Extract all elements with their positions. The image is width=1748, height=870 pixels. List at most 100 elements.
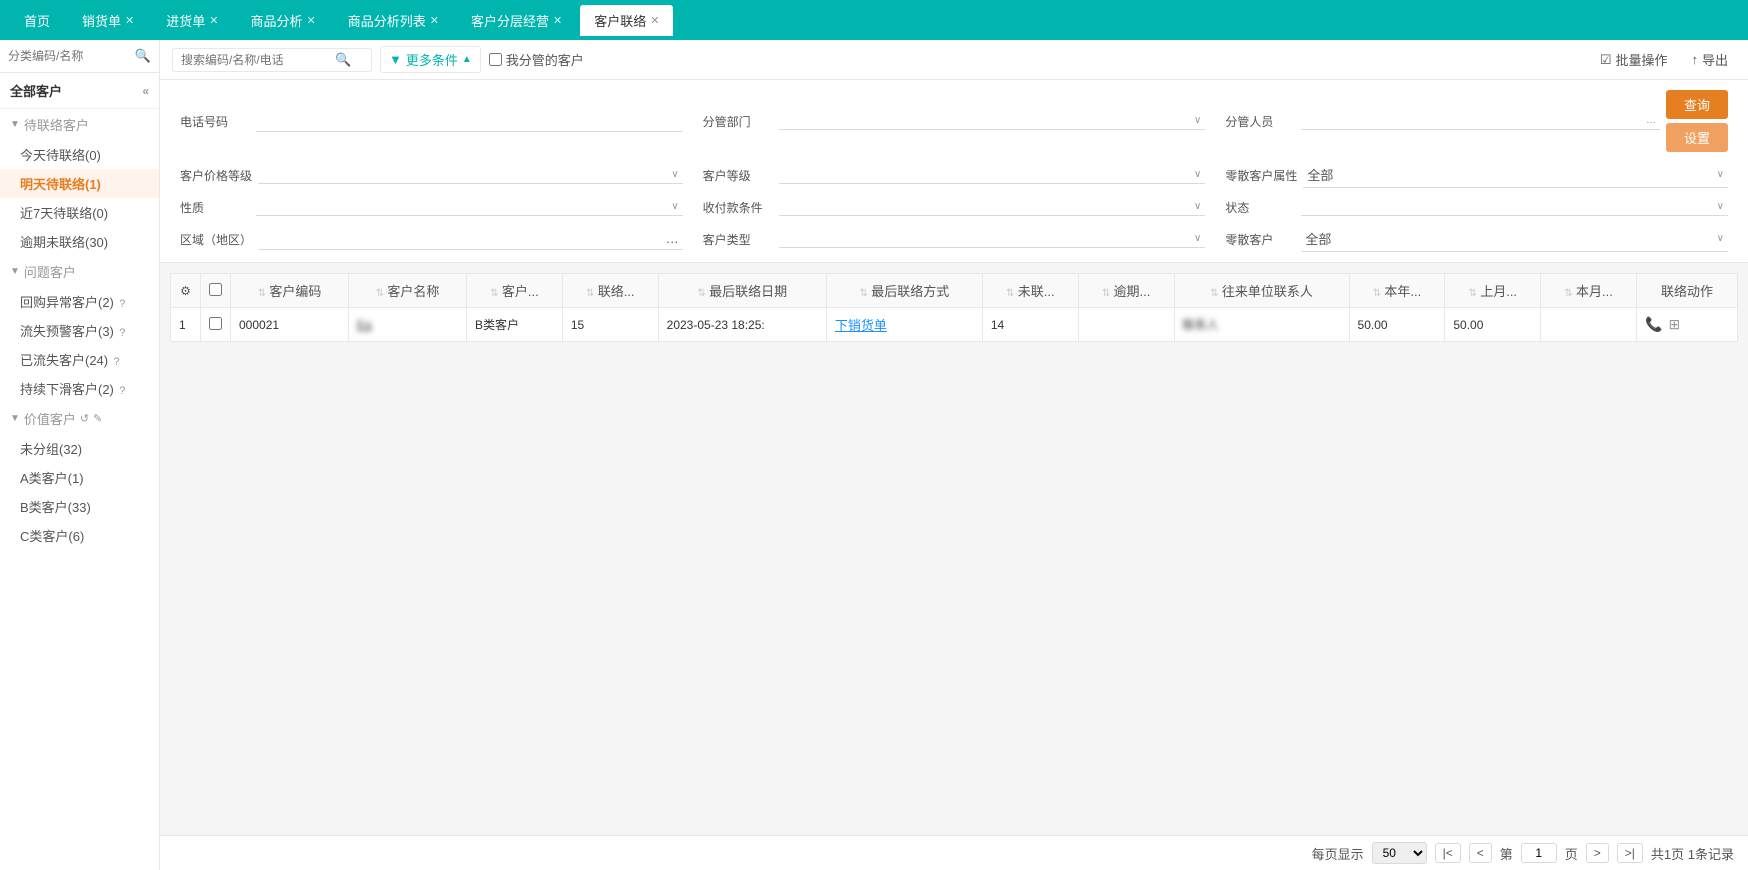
sort-icon[interactable]: ⇅ bbox=[490, 288, 498, 299]
nav-analysis[interactable]: 商品分析 ✕ bbox=[236, 5, 329, 36]
my-customers-checkbox-label[interactable]: 我分管的客户 bbox=[489, 50, 584, 69]
nav-analysis-list[interactable]: 商品分析列表 ✕ bbox=[334, 5, 453, 36]
dept-select[interactable]: ∨ bbox=[779, 112, 1206, 130]
sidebar-item-today[interactable]: 今天待联络(0) bbox=[0, 140, 159, 169]
table-footer: 每页显示 50 100 200 |< < 第 页 > >| 共1页 1条记录 bbox=[160, 835, 1748, 870]
nav-home[interactable]: 首页 bbox=[10, 5, 64, 36]
customer-level-select[interactable]: ∨ bbox=[779, 166, 1206, 184]
search-icon[interactable]: 🔍 bbox=[135, 48, 151, 64]
chevron-down-icon: ∨ bbox=[671, 201, 678, 212]
retail-attr-select[interactable]: 全部 ∨ bbox=[1303, 162, 1728, 188]
check-icon: ☑ bbox=[1600, 52, 1612, 68]
search-wrap: 🔍 bbox=[172, 48, 372, 72]
export-btn[interactable]: ↑ 导出 bbox=[1683, 47, 1736, 72]
row-checkbox[interactable] bbox=[209, 317, 222, 330]
sidebar-item-overdue[interactable]: 逾期未联络(30) bbox=[0, 227, 159, 256]
td-type: B类客户 bbox=[467, 308, 563, 342]
qr-action-icon[interactable]: ⊞ bbox=[1668, 316, 1680, 333]
th-settings[interactable]: ⚙ bbox=[171, 274, 201, 308]
sidebar-item-ungroup[interactable]: 未分组(32) bbox=[0, 434, 159, 463]
close-icon[interactable]: ✕ bbox=[125, 14, 134, 27]
filter-price-level: 客户价格等级 ∨ bbox=[180, 162, 683, 188]
customer-type-select[interactable]: ∨ bbox=[779, 230, 1206, 248]
close-icon[interactable]: ✕ bbox=[209, 14, 218, 27]
edit-icon[interactable]: ✎ bbox=[93, 412, 102, 425]
td-contact-count: 15 bbox=[562, 308, 658, 342]
batch-ops-btn[interactable]: ☑ 批量操作 bbox=[1592, 47, 1676, 72]
search-input[interactable] bbox=[181, 53, 331, 67]
sort-icon[interactable]: ⇅ bbox=[258, 288, 266, 299]
td-last-method[interactable]: 下销货单 bbox=[826, 308, 982, 342]
first-page-btn[interactable]: |< bbox=[1435, 843, 1461, 863]
status-select[interactable]: ∨ bbox=[1301, 198, 1728, 216]
close-icon[interactable]: ✕ bbox=[430, 14, 439, 27]
nav-customer-contact[interactable]: 客户联络 ✕ bbox=[580, 5, 673, 36]
sort-icon[interactable]: ⇅ bbox=[1564, 288, 1572, 299]
sort-icon[interactable]: ⇅ bbox=[586, 288, 594, 299]
close-icon[interactable]: ✕ bbox=[307, 14, 316, 27]
sort-icon[interactable]: ⇅ bbox=[1006, 288, 1014, 299]
retail-customer-select[interactable]: 全部 ∨ bbox=[1301, 226, 1728, 252]
nav-customer-tier[interactable]: 客户分层经营 ✕ bbox=[457, 5, 576, 36]
value-section: 价值客户 ↺ ✎ bbox=[0, 403, 159, 434]
payment-select[interactable]: ∨ bbox=[779, 198, 1206, 216]
sidebar-item-lost[interactable]: 已流失客户(24) ? bbox=[0, 345, 159, 374]
sort-icon[interactable]: ⇅ bbox=[1468, 288, 1476, 299]
collapse-icon[interactable]: « bbox=[142, 84, 149, 98]
td-name[interactable]: Ea bbox=[349, 308, 467, 342]
my-customers-checkbox[interactable] bbox=[489, 53, 502, 66]
th-contact-count: ⇅ 联络... bbox=[562, 274, 658, 308]
sort-icon[interactable]: ⇅ bbox=[376, 288, 384, 299]
filter-manager: 分管人员 … 查询 设置 bbox=[1225, 90, 1728, 152]
sidebar: 🔍 全部客户 « 待联络客户 今天待联络(0) 明天待联络(1) 近7天待联络(… bbox=[0, 40, 160, 870]
sidebar-item-b-class[interactable]: B类客户(33) bbox=[0, 492, 159, 521]
th-checkbox[interactable] bbox=[201, 274, 231, 308]
next-page-btn[interactable]: > bbox=[1586, 843, 1609, 863]
page-size-select[interactable]: 50 100 200 bbox=[1372, 842, 1427, 864]
filter-retail-attr: 零散客户属性 全部 ∨ bbox=[1225, 162, 1728, 188]
setting-button[interactable]: 设置 bbox=[1666, 123, 1728, 152]
data-table: ⚙ ⇅ 客户编码 ⇅ 客户名称 ⇅ 客户... ⇅ 联络... ⇅ 最后联络日期… bbox=[170, 273, 1738, 342]
top-nav: 首页 销货单 ✕ 进货单 ✕ 商品分析 ✕ 商品分析列表 ✕ 客户分层经营 ✕ … bbox=[0, 0, 1748, 40]
select-all-checkbox[interactable] bbox=[209, 283, 222, 296]
sort-icon[interactable]: ⇅ bbox=[859, 288, 867, 299]
top-actions: ☑ 批量操作 ↑ 导出 bbox=[1592, 47, 1736, 72]
phone-action-icon[interactable]: 📞 bbox=[1645, 316, 1662, 333]
filter-dept: 分管部门 ∨ bbox=[703, 90, 1206, 152]
prev-page-btn[interactable]: < bbox=[1469, 843, 1492, 863]
close-icon[interactable]: ✕ bbox=[553, 14, 562, 27]
td-checkbox[interactable] bbox=[201, 308, 231, 342]
price-level-select[interactable]: ∨ bbox=[258, 166, 683, 184]
nav-purchase[interactable]: 进货单 ✕ bbox=[152, 5, 232, 36]
sort-icon[interactable]: ⇅ bbox=[697, 288, 705, 299]
more-conditions-btn[interactable]: ▼ 更多条件 ▲ bbox=[380, 46, 481, 73]
region-select[interactable]: … bbox=[258, 228, 683, 250]
sidebar-item-declining[interactable]: 持续下滑客户(2) ? bbox=[0, 374, 159, 403]
last-page-btn[interactable]: >| bbox=[1617, 843, 1643, 863]
sidebar-item-tomorrow[interactable]: 明天待联络(1) bbox=[0, 169, 159, 198]
query-button[interactable]: 查询 bbox=[1666, 90, 1728, 119]
filter-bar: 🔍 ▼ 更多条件 ▲ 我分管的客户 ☑ 批量操作 ↑ 导出 bbox=[160, 40, 1748, 80]
td-this-month bbox=[1541, 308, 1637, 342]
nav-sales[interactable]: 销货单 ✕ bbox=[68, 5, 148, 36]
phone-input[interactable] bbox=[256, 111, 683, 132]
search-icon[interactable]: 🔍 bbox=[335, 52, 351, 68]
sidebar-item-c-class[interactable]: C类客户(6) bbox=[0, 521, 159, 550]
gender-select[interactable]: ∨ bbox=[256, 198, 683, 216]
sort-icon[interactable]: ⇅ bbox=[1102, 288, 1110, 299]
sidebar-search-input[interactable] bbox=[8, 49, 131, 63]
sidebar-item-warning[interactable]: 流失预警客户(3) ? bbox=[0, 316, 159, 345]
sort-icon[interactable]: ⇅ bbox=[1373, 288, 1381, 299]
page-number-input[interactable] bbox=[1521, 843, 1557, 863]
th-type: ⇅ 客户... bbox=[467, 274, 563, 308]
manager-select[interactable]: … bbox=[1301, 112, 1660, 130]
td-overdue bbox=[1078, 308, 1174, 342]
chevron-down-icon: ∨ bbox=[1194, 233, 1201, 244]
all-customers-header[interactable]: 全部客户 « bbox=[0, 73, 159, 109]
sidebar-item-a-class[interactable]: A类客户(1) bbox=[0, 463, 159, 492]
sidebar-item-7days[interactable]: 近7天待联络(0) bbox=[0, 198, 159, 227]
close-icon[interactable]: ✕ bbox=[650, 14, 659, 27]
refresh-icon[interactable]: ↺ bbox=[80, 412, 89, 425]
sort-icon[interactable]: ⇅ bbox=[1210, 288, 1218, 299]
sidebar-item-abnormal[interactable]: 回购异常客户(2) ? bbox=[0, 287, 159, 316]
